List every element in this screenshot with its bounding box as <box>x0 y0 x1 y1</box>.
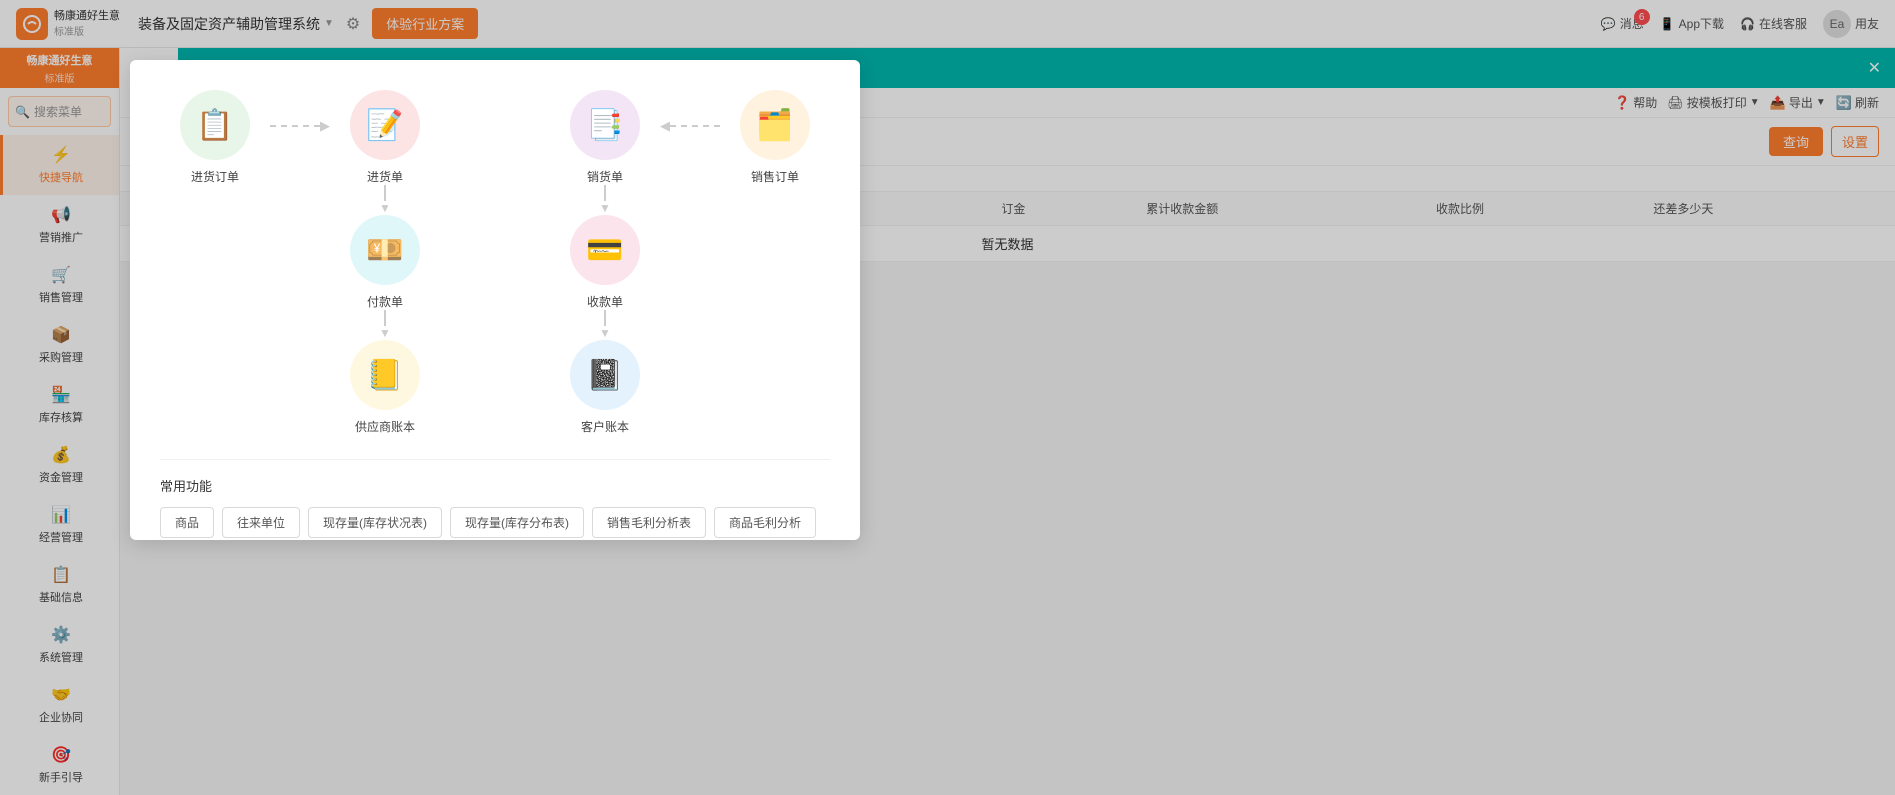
flow-row-5: 📒 供应商账本 📓 客户账本 <box>160 340 830 435</box>
arrow-down-payment: ▼ <box>330 310 440 340</box>
common-btn-1[interactable]: 往来单位 <box>222 507 300 538</box>
supplier-label: 供应商账本 <box>355 418 415 435</box>
flow-row-3: 💴 付款单 💳 收款单 <box>160 215 830 310</box>
flow-item-purchase-order: 📋 进货订单 <box>160 90 270 185</box>
flow-circle-receipt: 💳 <box>570 215 640 285</box>
sales-bill-label: 销货单 <box>587 168 623 185</box>
arrow-down-sales: ▼ <box>550 185 660 215</box>
flow-item-customer: 📓 客户账本 <box>550 340 660 435</box>
purchase-bill-icon: 📝 <box>366 108 403 143</box>
flow-circle-supplier: 📒 <box>350 340 420 410</box>
flow-row-4-arrows: ▼ ▼ <box>160 310 830 340</box>
common-btn-3[interactable]: 现存量(库存分布表) <box>450 507 584 538</box>
flow-row-1: 📋 进货订单 ▶ 📝 <box>160 90 830 185</box>
flow-item-receipt: 💳 收款单 <box>550 215 660 310</box>
common-btn-2[interactable]: 现存量(库存状况表) <box>308 507 442 538</box>
purchase-order-icon: 📋 <box>196 108 233 143</box>
flow-circle-sales-order: 🗂️ <box>740 90 810 160</box>
common-btn-4[interactable]: 销售毛利分析表 <box>592 507 706 538</box>
flow-item-payment: 💴 付款单 <box>330 215 440 310</box>
flow-circle-payment: 💴 <box>350 215 420 285</box>
flow-circle-customer: 📓 <box>570 340 640 410</box>
common-buttons-row1: 商品往来单位现存量(库存状况表)现存量(库存分布表)销售毛利分析表商品毛利分析销… <box>160 507 830 540</box>
supplier-icon: 📒 <box>366 358 403 393</box>
common-functions-section: 常用功能 商品往来单位现存量(库存状况表) 现存量(库存分布表) 销售毛利分析表商品… <box>160 459 830 540</box>
flow-circle-purchase-order: 📋 <box>180 90 250 160</box>
flow-row-2-arrows: ▼ ▼ <box>160 185 830 215</box>
flow-circle-sales-bill: 📑 <box>570 90 640 160</box>
sales-order-label: 销售订单 <box>751 168 799 185</box>
modal-overlay: 📋 进货订单 ▶ 📝 <box>0 0 1895 795</box>
flow-section: 📋 进货订单 ▶ 📝 <box>160 90 830 435</box>
common-functions-title: 常用功能 <box>160 476 830 495</box>
purchase-bill-label: 进货单 <box>367 168 403 185</box>
common-btn-0[interactable]: 商品 <box>160 507 214 538</box>
modal-dialog: 📋 进货订单 ▶ 📝 <box>130 60 860 540</box>
payment-label: 付款单 <box>367 293 403 310</box>
flow-item-sales-bill: 📑 销货单 <box>550 90 660 185</box>
sales-bill-icon: 📑 <box>586 108 623 143</box>
flow-item-purchase-bill: 📝 进货单 <box>330 90 440 185</box>
arrow-down-purchase: ▼ <box>330 185 440 215</box>
customer-icon: 📓 <box>586 358 623 393</box>
flow-item-supplier: 📒 供应商账本 <box>330 340 440 435</box>
flow-circle-purchase-bill: 📝 <box>350 90 420 160</box>
arrow-down-receipt: ▼ <box>550 310 660 340</box>
receipt-label: 收款单 <box>587 293 623 310</box>
purchase-order-label: 进货订单 <box>191 168 239 185</box>
receipt-icon: 💳 <box>586 233 623 268</box>
customer-label: 客户账本 <box>581 418 629 435</box>
payment-icon: 💴 <box>366 233 403 268</box>
sales-order-icon: 🗂️ <box>756 108 793 143</box>
common-btn-5[interactable]: 商品毛利分析 <box>714 507 816 538</box>
arrow-left-1: ◀ <box>660 90 720 134</box>
modal-content: 📋 进货订单 ▶ 📝 <box>130 60 860 540</box>
flow-item-sales-order: 🗂️ 销售订单 <box>720 90 830 185</box>
arrow-right-1: ▶ <box>270 90 330 134</box>
